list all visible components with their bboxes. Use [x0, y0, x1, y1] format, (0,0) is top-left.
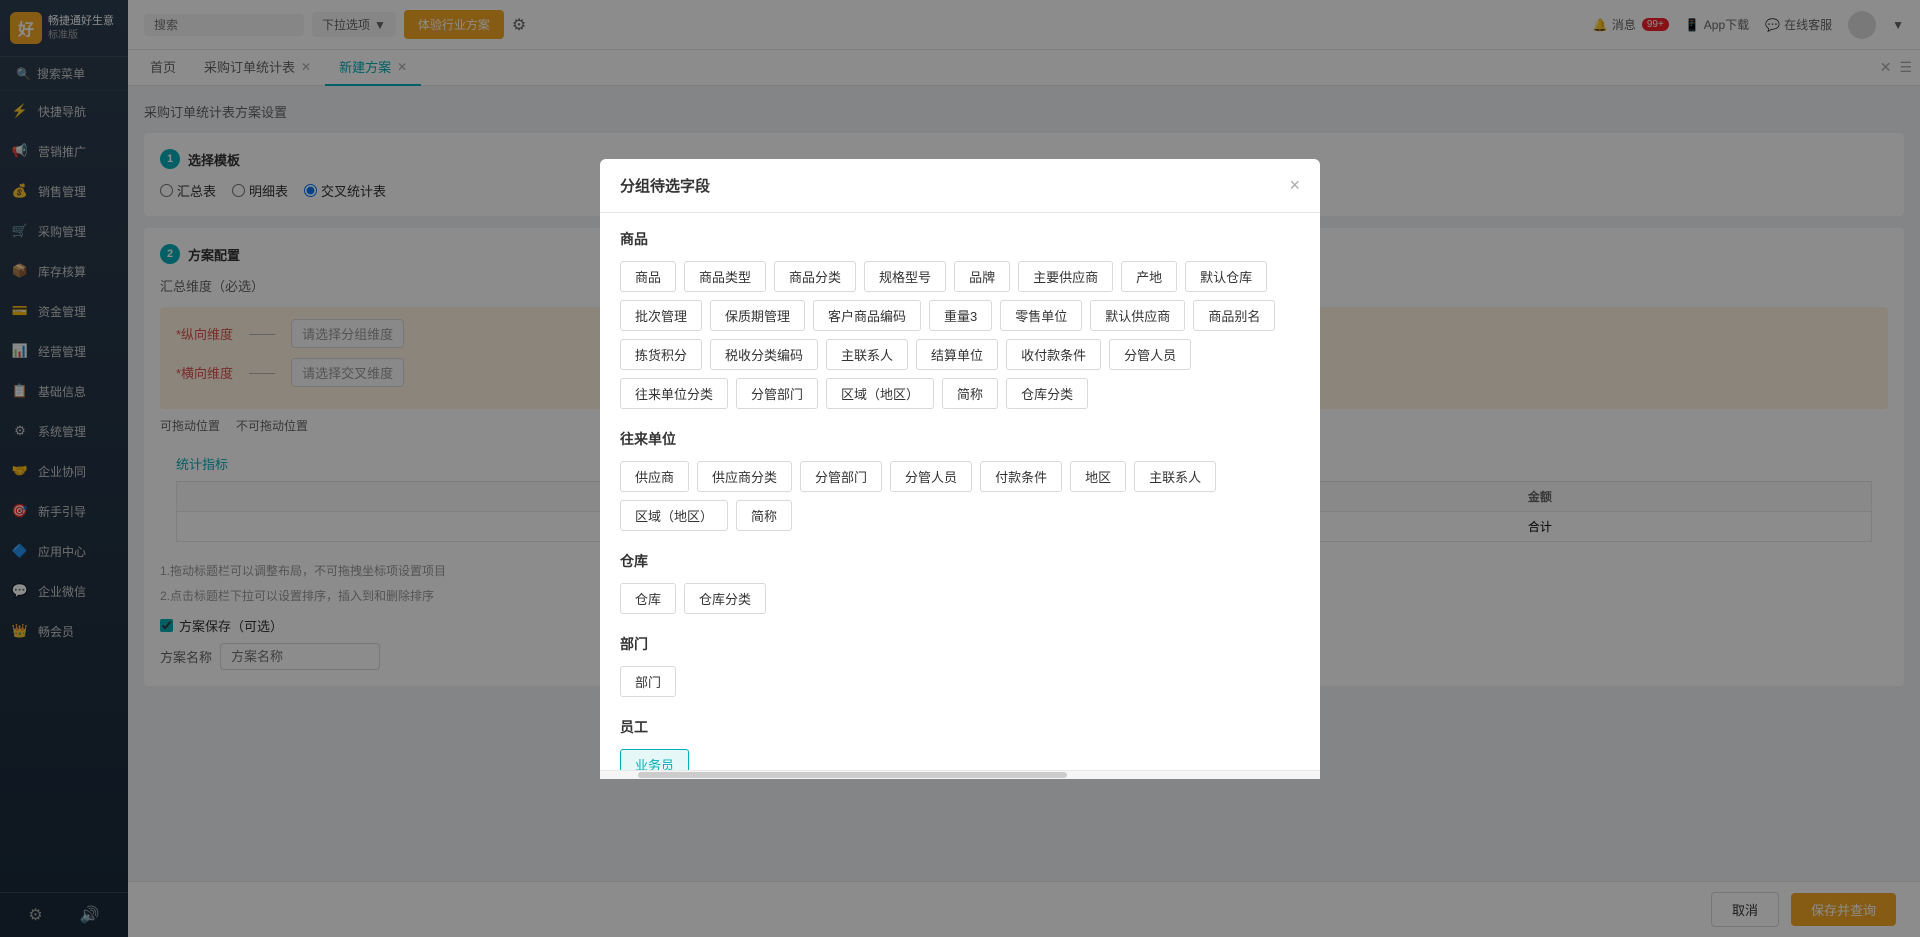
field-tag-仓库[interactable]: 仓库 — [620, 583, 676, 614]
field-tag-业务员[interactable]: 业务员 — [620, 749, 689, 771]
modal-body: 商品商品商品类型商品分类规格型号品牌主要供应商产地默认仓库批次管理保质期管理客户… — [600, 213, 1320, 771]
field-select-modal: 分组待选字段 × 商品商品商品类型商品分类规格型号品牌主要供应商产地默认仓库批次… — [600, 159, 1320, 779]
modal-title: 分组待选字段 — [620, 175, 710, 196]
field-section-partner: 往来单位供应商供应商分类分管部门分管人员付款条件地区主联系人区域（地区） 简称 — [620, 429, 1300, 531]
field-tags-warehouse: 仓库仓库分类 — [620, 583, 1300, 614]
modal-header: 分组待选字段 × — [600, 159, 1320, 213]
field-tags-partner: 供应商供应商分类分管部门分管人员付款条件地区主联系人区域（地区） 简称 — [620, 461, 1300, 531]
field-tag-结算单位[interactable]: 结算单位 — [916, 339, 998, 370]
field-tag-供应商[interactable]: 供应商 — [620, 461, 689, 492]
field-tag-区域（地区）[interactable]: 区域（地区） — [826, 378, 934, 409]
field-tag-客户商品编码[interactable]: 客户商品编码 — [813, 300, 921, 331]
field-tag-零售单位[interactable]: 零售单位 — [1000, 300, 1082, 331]
field-section-title-goods: 商品 — [620, 229, 1300, 249]
field-tag-商品类型[interactable]: 商品类型 — [684, 261, 766, 292]
field-section-employee: 员工业务员 — [620, 717, 1300, 771]
field-tag-分管人员[interactable]: 分管人员 — [1109, 339, 1191, 370]
field-tag-税收分类编码[interactable]: 税收分类编码 — [710, 339, 818, 370]
field-tag-保质期管理[interactable]: 保质期管理 — [710, 300, 805, 331]
field-tag-规格型号[interactable]: 规格型号 — [864, 261, 946, 292]
field-tag-收付款条件[interactable]: 收付款条件 — [1006, 339, 1101, 370]
field-tag-地区[interactable]: 地区 — [1070, 461, 1126, 492]
field-tag-供应商分类[interactable]: 供应商分类 — [697, 461, 792, 492]
field-tag-主联系人[interactable]: 主联系人 — [1134, 461, 1216, 492]
field-tag-区域（地区）[interactable]: 区域（地区） — [620, 500, 728, 531]
field-tag-批次管理[interactable]: 批次管理 — [620, 300, 702, 331]
field-tag-拣货积分[interactable]: 拣货积分 — [620, 339, 702, 370]
field-tag-简称[interactable]: 简称 — [942, 378, 998, 409]
field-tag-默认仓库[interactable]: 默认仓库 — [1185, 261, 1267, 292]
field-tag-默认供应商[interactable]: 默认供应商 — [1090, 300, 1185, 331]
field-section-title-department: 部门 — [620, 634, 1300, 654]
field-tag-仓库分类[interactable]: 仓库分类 — [1006, 378, 1088, 409]
field-tag-主联系人[interactable]: 主联系人 — [826, 339, 908, 370]
field-tag-产地[interactable]: 产地 — [1121, 261, 1177, 292]
field-tag-仓库分类[interactable]: 仓库分类 — [684, 583, 766, 614]
field-tag-商品分类[interactable]: 商品分类 — [774, 261, 856, 292]
field-tag-分管部门[interactable]: 分管部门 — [736, 378, 818, 409]
field-tags-employee: 业务员 — [620, 749, 1300, 771]
field-section-title-partner: 往来单位 — [620, 429, 1300, 449]
field-tag-品牌[interactable]: 品牌 — [954, 261, 1010, 292]
field-tag-简称[interactable]: 简称 — [736, 500, 792, 531]
modal-horizontal-scrollbar[interactable] — [600, 770, 1320, 778]
field-tag-商品别名[interactable]: 商品别名 — [1193, 300, 1275, 331]
field-tag-商品[interactable]: 商品 — [620, 261, 676, 292]
field-section-department: 部门部门 — [620, 634, 1300, 697]
modal-close-button[interactable]: × — [1289, 175, 1300, 196]
field-section-title-warehouse: 仓库 — [620, 551, 1300, 571]
field-tag-往来单位分类[interactable]: 往来单位分类 — [620, 378, 728, 409]
field-tag-主要供应商[interactable]: 主要供应商 — [1018, 261, 1113, 292]
field-section-title-employee: 员工 — [620, 717, 1300, 737]
field-tags-department: 部门 — [620, 666, 1300, 697]
field-tag-分管人员[interactable]: 分管人员 — [890, 461, 972, 492]
modal-hscroll-thumb — [638, 772, 1068, 778]
field-tags-goods: 商品商品类型商品分类规格型号品牌主要供应商产地默认仓库批次管理保质期管理客户商品… — [620, 261, 1300, 409]
field-tag-重量3[interactable]: 重量3 — [929, 300, 992, 331]
field-section-warehouse: 仓库仓库仓库分类 — [620, 551, 1300, 614]
field-section-goods: 商品商品商品类型商品分类规格型号品牌主要供应商产地默认仓库批次管理保质期管理客户… — [620, 229, 1300, 409]
field-tag-分管部门[interactable]: 分管部门 — [800, 461, 882, 492]
field-tag-部门[interactable]: 部门 — [620, 666, 676, 697]
field-tag-付款条件[interactable]: 付款条件 — [980, 461, 1062, 492]
